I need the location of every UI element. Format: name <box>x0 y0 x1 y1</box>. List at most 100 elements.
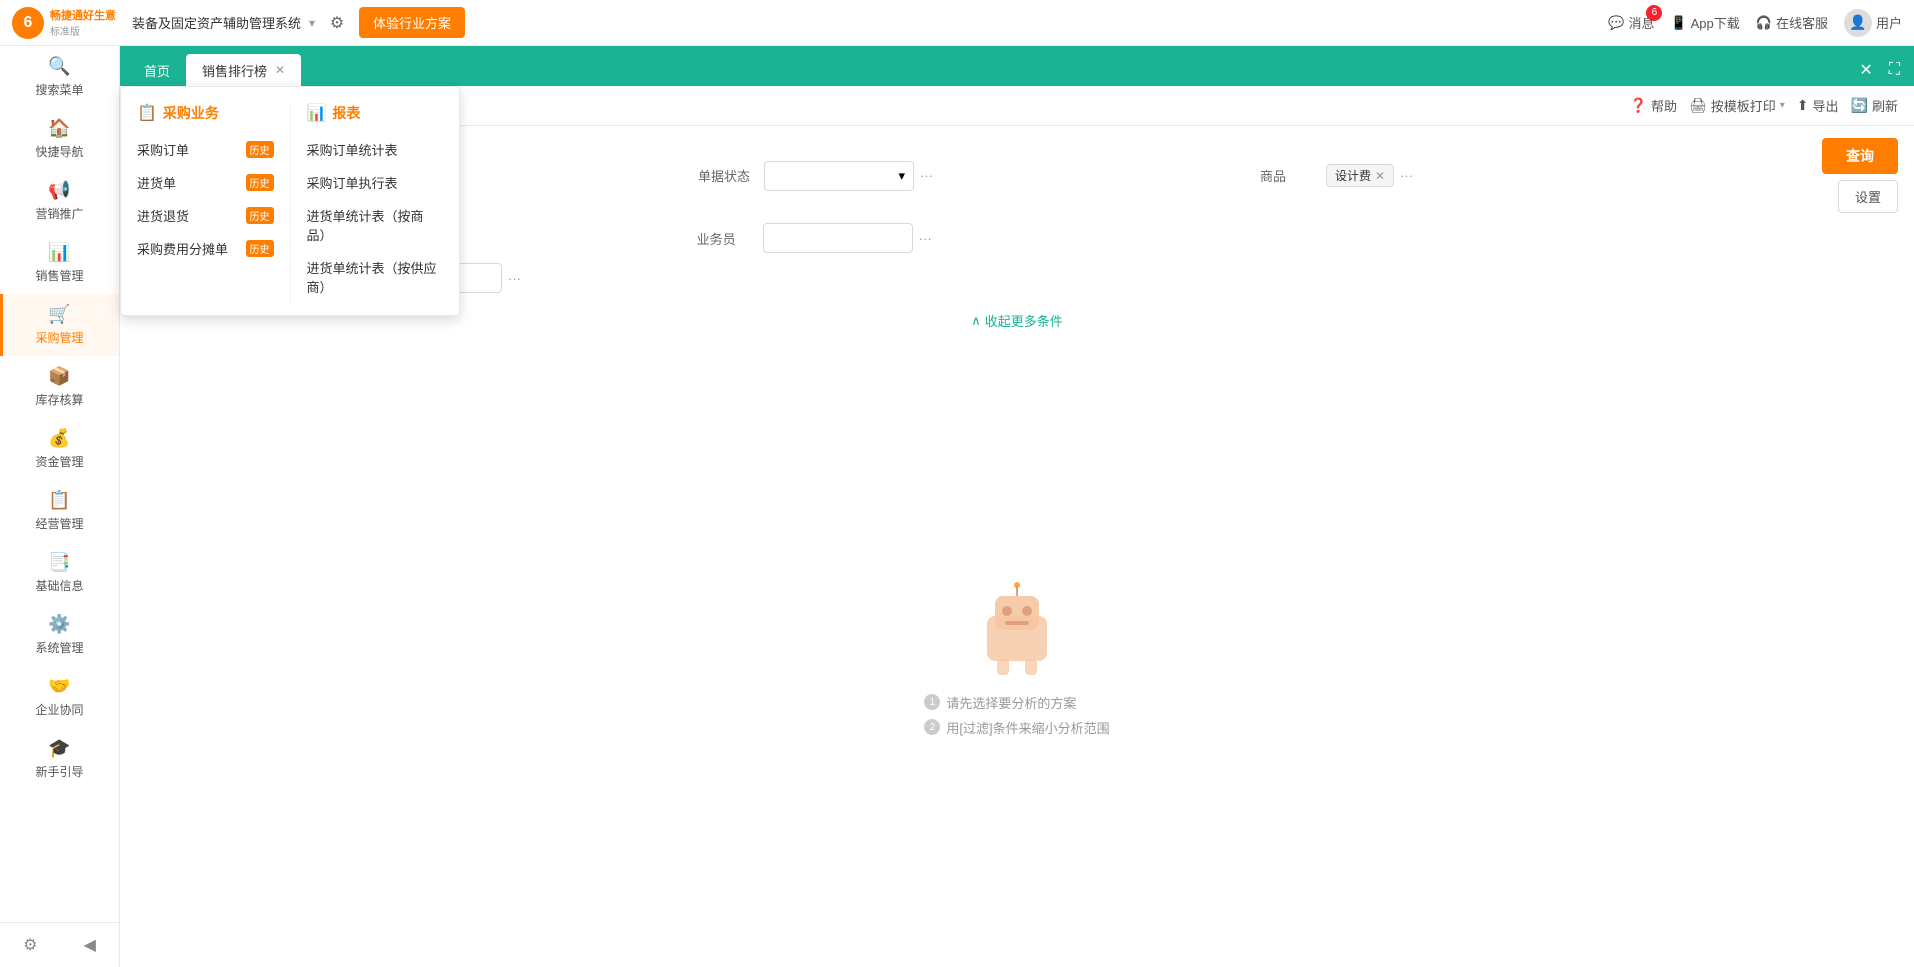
sidebar-item-label: 基础信息 <box>35 577 83 594</box>
hist-badge: 历史 <box>246 141 274 158</box>
sales-icon: 📊 <box>48 242 70 263</box>
sidebar-item-label: 新手引导 <box>35 763 83 780</box>
menu-item-incoming[interactable]: 进货单 历史 <box>129 166 282 199</box>
empty-illustration <box>957 581 1077 681</box>
print-btn[interactable]: 🖨 按模板打印 ▾ <box>1689 96 1785 115</box>
system-icon: ⚙️ <box>48 614 70 635</box>
industry-btn[interactable]: 体验行业方案 <box>359 7 465 38</box>
settings-btn[interactable]: 设置 <box>1838 180 1898 213</box>
sidebar-item-label: 营销推广 <box>35 205 83 222</box>
hist-badge: 历史 <box>246 240 274 257</box>
sidebar-item-label: 快捷导航 <box>35 143 83 160</box>
sidebar-item-label: 企业协同 <box>35 701 83 718</box>
goods-tag: 设计费 ✕ <box>1326 164 1394 187</box>
tab-expand-icon[interactable]: ⛶ <box>1883 59 1906 81</box>
sidebar-settings-btn[interactable]: ⚙ <box>15 931 45 959</box>
salesman-select[interactable] <box>763 223 913 253</box>
settings-icon[interactable]: ⚙ <box>323 9 351 37</box>
menu-item-incoming-stat-goods[interactable]: 进货单统计表（按商品） <box>299 199 452 251</box>
sidebar-item-label: 库存核算 <box>35 391 83 408</box>
purchase-col: 📋 采购业务 采购订单 历史 进货单 历史 进货退货 历史 采购费用分摊单 历史 <box>121 103 290 303</box>
customer-more[interactable]: ··· <box>508 271 521 286</box>
tab-close-icon[interactable]: ✕ <box>275 63 285 77</box>
phone-icon: 📱 <box>1670 15 1686 31</box>
dropdown-cols: 📋 采购业务 采购订单 历史 进货单 历史 进货退货 历史 采购费用分摊单 历史 <box>121 103 459 303</box>
purchase-dropdown: 📋 采购业务 采购订单 历史 进货单 历史 进货退货 历史 采购费用分摊单 历史 <box>120 86 460 316</box>
sidebar-item-basic[interactable]: 📑 基础信息 <box>0 542 119 604</box>
refresh-icon: 🔄 <box>1851 97 1868 114</box>
purchase-icon: 🛒 <box>48 304 70 325</box>
sidebar-item-finance[interactable]: 💰 资金管理 <box>0 418 119 480</box>
salesman-more[interactable]: ··· <box>919 231 932 246</box>
sidebar-collapse-btn[interactable]: ◀ <box>76 931 104 959</box>
doc-status-label: 单据状态 <box>698 166 758 185</box>
basic-icon: 📑 <box>48 552 70 573</box>
doc-status-select[interactable]: ▾ <box>764 161 914 191</box>
hist-badge: 历史 <box>246 174 274 191</box>
sidebar-item-quick[interactable]: 🏠 快捷导航 <box>0 108 119 170</box>
menu-item-purchase-order-stat[interactable]: 采购订单统计表 <box>299 133 452 166</box>
system-title: 装备及固定资产辅助管理系统 <box>132 13 301 32</box>
collapse-btn[interactable]: ∧ 收起更多条件 <box>971 303 1063 338</box>
sidebar-item-operations[interactable]: 📋 经营管理 <box>0 480 119 542</box>
logo-icon: 6 <box>12 7 44 39</box>
filter-goods: 商品 设计费 ✕ ··· <box>1260 164 1810 187</box>
refresh-btn[interactable]: 🔄 刷新 <box>1851 96 1898 115</box>
menu-item-purchase-order[interactable]: 采购订单 历史 <box>129 133 282 166</box>
message-btn[interactable]: 💬 消息 6 <box>1608 13 1654 32</box>
print-icon: 🖨 <box>1689 97 1707 114</box>
tab-home[interactable]: 首页 <box>128 54 186 86</box>
menu-item-purchase-order-exec[interactable]: 采购订单执行表 <box>299 166 452 199</box>
finance-icon: 💰 <box>48 428 70 449</box>
purchase-header-icon: 📋 <box>137 103 157 123</box>
sidebar-item-newbie[interactable]: 🎓 新手引导 <box>0 728 119 790</box>
empty-state: 1 请先选择要分析的方案 2 用[过滤]条件来缩小分析范围 <box>120 350 1914 967</box>
export-btn[interactable]: ⬆ 导出 <box>1797 96 1839 115</box>
help-icon: ❓ <box>1630 97 1647 114</box>
message-badge: 6 <box>1646 5 1662 21</box>
tab-bar-right: ✕ ⛶ <box>1853 58 1906 86</box>
enterprise-icon: 🤝 <box>48 676 70 697</box>
top-header: 6 畅捷通好生意 标准版 装备及固定资产辅助管理系统 ▾ ⚙ 体验行业方案 💬 … <box>0 0 1914 46</box>
empty-text: 1 请先选择要分析的方案 2 用[过滤]条件来缩小分析范围 <box>924 693 1109 737</box>
operations-icon: 📋 <box>48 490 70 511</box>
sidebar-item-inventory[interactable]: 📦 库存核算 <box>0 356 119 418</box>
sidebar-item-search[interactable]: 🔍 搜索菜单 <box>0 46 119 108</box>
user-btn[interactable]: 👤 用户 <box>1844 9 1902 37</box>
doc-status-more[interactable]: ··· <box>920 168 933 183</box>
menu-item-incoming-stat-supplier[interactable]: 进货单统计表（按供应商） <box>299 251 452 303</box>
inventory-icon: 📦 <box>48 366 70 387</box>
sidebar-item-enterprise[interactable]: 🤝 企业协同 <box>0 666 119 728</box>
report-header-icon: 📊 <box>307 103 327 123</box>
tab-close-all-icon[interactable]: ✕ <box>1853 58 1878 82</box>
tab-home-label: 首页 <box>144 61 170 80</box>
report-col: 📊 报表 采购订单统计表 采购订单执行表 进货单统计表（按商品） 进货单统计表（… <box>291 103 460 303</box>
headset-icon: 🎧 <box>1756 15 1772 31</box>
avatar: 👤 <box>1844 9 1872 37</box>
sidebar-item-label: 经营管理 <box>35 515 83 532</box>
goods-more[interactable]: ··· <box>1400 168 1413 183</box>
system-title-area: 装备及固定资产辅助管理系统 ▾ ⚙ 体验行业方案 <box>132 7 1608 38</box>
online-service-btn[interactable]: 🎧 在线客服 <box>1756 13 1828 32</box>
menu-item-incoming-return[interactable]: 进货退货 历史 <box>129 199 282 232</box>
logo-area: 6 畅捷通好生意 标准版 <box>12 7 132 39</box>
menu-item-purchase-expense[interactable]: 采购费用分摊单 历史 <box>129 232 282 265</box>
salesman-label: 业务员 <box>697 229 757 248</box>
tab-sales-rank-label: 销售排行榜 <box>202 61 267 80</box>
tab-sales-rank[interactable]: 销售排行榜 ✕ <box>186 54 301 86</box>
query-btn[interactable]: 查询 <box>1822 138 1898 174</box>
help-btn[interactable]: ❓ 帮助 <box>1630 96 1677 115</box>
sidebar-item-purchase[interactable]: 🛒 采购管理 <box>0 294 119 356</box>
sidebar: 🔍 搜索菜单 🏠 快捷导航 📢 营销推广 📊 销售管理 🛒 采购管理 📦 库存核… <box>0 46 120 967</box>
sidebar-item-system[interactable]: ⚙️ 系统管理 <box>0 604 119 666</box>
dropdown-arrow-icon[interactable]: ▾ <box>309 16 315 30</box>
sidebar-item-marketing[interactable]: 📢 营销推广 <box>0 170 119 232</box>
sidebar-item-sales[interactable]: 📊 销售管理 <box>0 232 119 294</box>
goods-label: 商品 <box>1260 166 1320 185</box>
app-download-btn[interactable]: 📱 App下载 <box>1670 13 1739 32</box>
search-icon: 🔍 <box>48 56 70 77</box>
report-col-header: 📊 报表 <box>299 103 452 133</box>
sidebar-item-label: 系统管理 <box>35 639 83 656</box>
goods-tag-close[interactable]: ✕ <box>1375 169 1385 183</box>
purchase-col-header: 📋 采购业务 <box>129 103 282 133</box>
